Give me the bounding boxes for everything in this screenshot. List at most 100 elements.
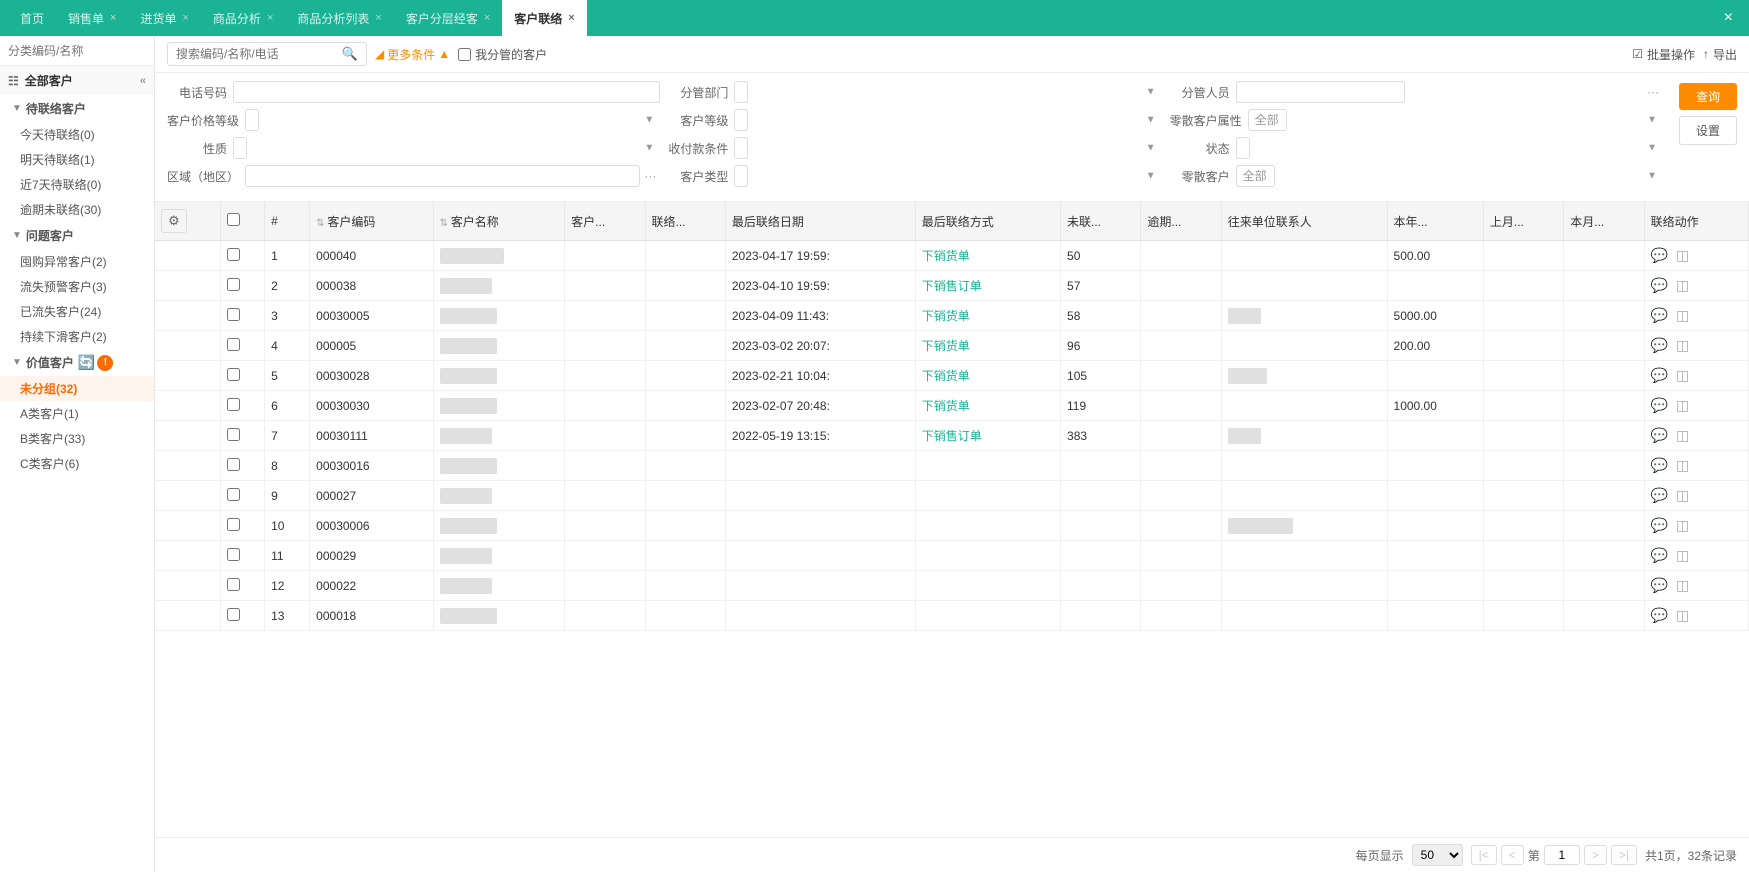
nav-product-list[interactable]: 商品分析列表 × <box>285 0 393 36</box>
refresh-icon[interactable]: 🔄 <box>78 354 95 371</box>
sidebar-item-classB[interactable]: B类客户(33) <box>0 426 154 451</box>
grid-action-icon[interactable]: ◫ <box>1676 397 1689 414</box>
th-name[interactable]: 客户名称 <box>433 202 565 241</box>
manager-input[interactable] <box>1236 81 1405 103</box>
row-check[interactable] <box>227 278 240 291</box>
select-all-check[interactable] <box>227 213 240 226</box>
first-page-btn[interactable]: |< <box>1471 845 1497 865</box>
chat-icon[interactable]: 💬 <box>1651 457 1668 474</box>
chat-icon[interactable]: 💬 <box>1651 517 1668 534</box>
grid-action-icon[interactable]: ◫ <box>1676 247 1689 264</box>
sidebar-item-classA[interactable]: A类客户(1) <box>0 401 154 426</box>
grid-action-icon[interactable]: ◫ <box>1676 277 1689 294</box>
cust-type-select[interactable] <box>734 165 748 187</box>
nav-customer-contact[interactable]: 客户联络 × <box>502 0 586 36</box>
nav-purchase[interactable]: 进货单 × <box>128 0 200 36</box>
settings-button[interactable]: 设置 <box>1679 116 1737 145</box>
close-purchase-tab[interactable]: × <box>182 12 188 24</box>
close-product-list-tab[interactable]: × <box>375 12 381 24</box>
chat-icon[interactable]: 💬 <box>1651 547 1668 564</box>
more-conditions-btn[interactable]: ◢ 更多条件 ▲ <box>375 46 450 63</box>
grid-action-icon[interactable]: ◫ <box>1676 337 1689 354</box>
row-check[interactable] <box>227 248 240 261</box>
dept-select[interactable] <box>734 81 748 103</box>
scatter-select[interactable]: 全部 <box>1248 109 1287 131</box>
problem-customers-header[interactable]: ▼ 问题客户 <box>0 222 154 249</box>
sidebar-item-hoarding[interactable]: 囤购异常客户(2) <box>0 249 154 274</box>
query-button[interactable]: 查询 <box>1679 83 1737 110</box>
chat-icon[interactable]: 💬 <box>1651 277 1668 294</box>
row-check[interactable] <box>227 578 240 591</box>
grid-action-icon[interactable]: ◫ <box>1676 307 1689 324</box>
close-all-tabs[interactable]: × <box>1716 9 1741 27</box>
grid-action-icon[interactable]: ◫ <box>1676 607 1689 624</box>
chat-icon[interactable]: 💬 <box>1651 307 1668 324</box>
region-ellipsis[interactable]: ··· <box>640 169 660 183</box>
search-icon[interactable]: 🔍 <box>342 46 358 62</box>
row-check[interactable] <box>227 608 240 621</box>
level-select[interactable] <box>734 109 748 131</box>
page-input[interactable] <box>1544 845 1580 865</box>
grid-action-icon[interactable]: ◫ <box>1676 487 1689 504</box>
last-page-btn[interactable]: >| <box>1611 845 1637 865</box>
chat-icon[interactable]: 💬 <box>1651 487 1668 504</box>
row-check[interactable] <box>227 518 240 531</box>
row-check[interactable] <box>227 458 240 471</box>
grid-action-icon[interactable]: ◫ <box>1676 367 1689 384</box>
chat-icon[interactable]: 💬 <box>1651 577 1668 594</box>
phone-input[interactable] <box>233 81 660 103</box>
contact-method-link[interactable]: 下销售订单 <box>922 429 982 443</box>
scatter-cust-select[interactable]: 全部 <box>1236 165 1275 187</box>
chat-icon[interactable]: 💬 <box>1651 397 1668 414</box>
row-check[interactable] <box>227 548 240 561</box>
search-input[interactable] <box>176 47 342 61</box>
th-code[interactable]: 客户编码 <box>310 202 433 241</box>
row-check[interactable] <box>227 338 240 351</box>
grid-action-icon[interactable]: ◫ <box>1676 517 1689 534</box>
sidebar-item-ungroup[interactable]: 未分组(32) <box>0 376 154 401</box>
row-check[interactable] <box>227 428 240 441</box>
chat-icon[interactable]: 💬 <box>1651 337 1668 354</box>
sidebar-item-7days[interactable]: 近7天待联络(0) <box>0 172 154 197</box>
contact-method-link[interactable]: 下销货单 <box>922 339 970 353</box>
contact-method-link[interactable]: 下销货单 <box>922 309 970 323</box>
grid-action-icon[interactable]: ◫ <box>1676 427 1689 444</box>
nav-sales[interactable]: 销售单 × <box>56 0 128 36</box>
contact-method-link[interactable]: 下销售订单 <box>922 279 982 293</box>
nav-product-analysis[interactable]: 商品分析 × <box>201 0 285 36</box>
sidebar-item-churned[interactable]: 已流失客户(24) <box>0 299 154 324</box>
value-customers-header[interactable]: ▼ 价值客户 🔄 ! <box>0 349 154 376</box>
close-segment-tab[interactable]: × <box>484 12 490 24</box>
close-sales-tab[interactable]: × <box>110 12 116 24</box>
waiting-contact-header[interactable]: ▼ 待联络客户 <box>0 95 154 122</box>
nature-select[interactable] <box>233 137 247 159</box>
manager-ellipsis[interactable]: ··· <box>1643 85 1663 99</box>
grid-action-icon[interactable]: ◫ <box>1676 547 1689 564</box>
close-contact-tab[interactable]: × <box>568 12 574 24</box>
row-check[interactable] <box>227 488 240 501</box>
my-customers-check[interactable] <box>458 48 471 61</box>
gear-button[interactable]: ⚙ <box>161 209 187 233</box>
sidebar-item-declining[interactable]: 持续下滑客户(2) <box>0 324 154 349</box>
sidebar-item-churn-warning[interactable]: 流失预警客户(3) <box>0 274 154 299</box>
nav-home[interactable]: 首页 <box>8 0 56 36</box>
chat-icon[interactable]: 💬 <box>1651 247 1668 264</box>
sidebar-item-classC[interactable]: C类客户(6) <box>0 451 154 476</box>
sidebar-search-input[interactable] <box>8 44 155 58</box>
grid-action-icon[interactable]: ◫ <box>1676 457 1689 474</box>
export-btn[interactable]: ↑ 导出 <box>1703 46 1737 63</box>
close-product-tab[interactable]: × <box>267 12 273 24</box>
status-select[interactable] <box>1236 137 1250 159</box>
row-check[interactable] <box>227 368 240 381</box>
row-check[interactable] <box>227 308 240 321</box>
payment-select[interactable] <box>734 137 748 159</box>
grid-action-icon[interactable]: ◫ <box>1676 577 1689 594</box>
sidebar-item-today[interactable]: 今天待联络(0) <box>0 122 154 147</box>
collapse-sidebar-btn[interactable]: « <box>140 75 146 87</box>
nav-customer-segment[interactable]: 客户分层经客 × <box>394 0 502 36</box>
contact-method-link[interactable]: 下销货单 <box>922 399 970 413</box>
price-select[interactable] <box>245 109 259 131</box>
row-check[interactable] <box>227 398 240 411</box>
region-input[interactable] <box>245 165 640 187</box>
all-customers-header[interactable]: ☷ 全部客户 « <box>0 66 154 95</box>
